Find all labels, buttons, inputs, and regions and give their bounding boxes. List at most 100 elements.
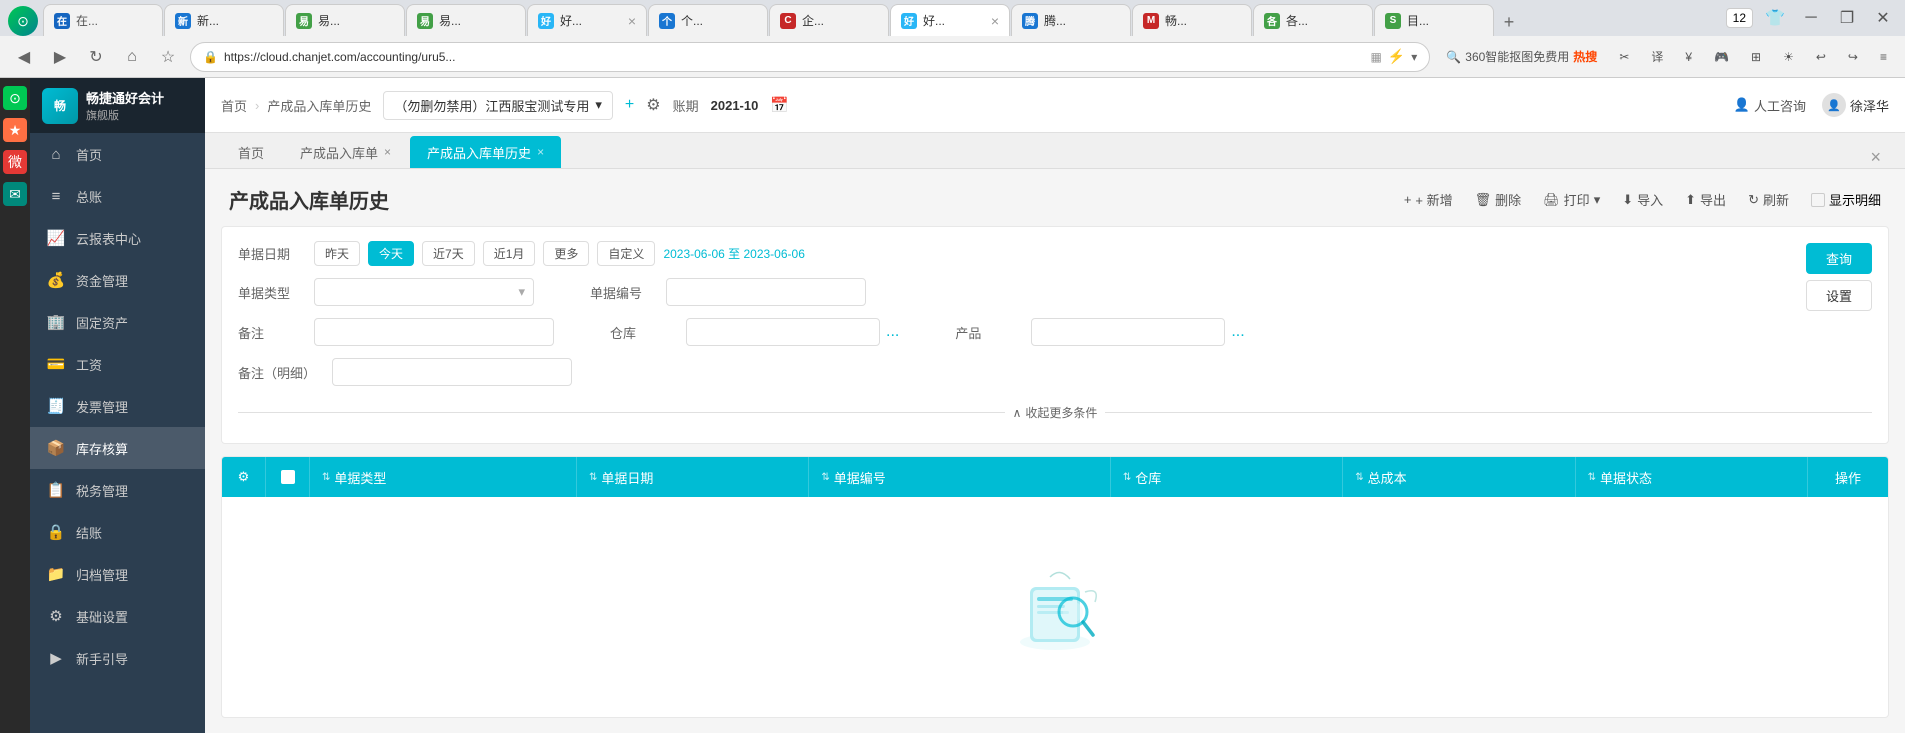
product-filter-input[interactable] (1031, 318, 1225, 346)
sidebar-item-finance[interactable]: 💰 资金管理 (30, 259, 205, 301)
import-btn[interactable]: ⬇ 导入 (1614, 186, 1671, 213)
grid-icon[interactable]: ⊞ (1743, 43, 1769, 71)
undo-icon[interactable]: ↩ (1808, 43, 1834, 71)
home-button[interactable]: ⌂ (118, 43, 146, 71)
app-icon-mail[interactable]: ✉ (3, 182, 27, 206)
bookmark-button[interactable]: ☆ (154, 43, 182, 71)
collapse-btn[interactable]: ∧ 收起更多条件 (1013, 404, 1098, 421)
more-icon[interactable]: ≡ (1872, 43, 1895, 71)
browser-tab-2[interactable]: 新 新... (164, 4, 284, 36)
browser-tab-11[interactable]: 各 各... (1253, 4, 1373, 36)
remark-filter-input[interactable] (314, 318, 554, 346)
sidebar-item-settle[interactable]: 🔒 结账 (30, 511, 205, 553)
refresh-btn[interactable]: ↻ 刷新 (1740, 186, 1797, 213)
page-tab-history[interactable]: 产成品入库单历史 × (410, 136, 561, 168)
company-selector[interactable]: （勿删勿禁用）江西服宝测试专用 ▾ (383, 91, 613, 120)
date-btn-7days[interactable]: 近7天 (422, 241, 475, 266)
browser-tab-7[interactable]: C 企... (769, 4, 889, 36)
th-status[interactable]: ⇅ 单据状态 (1576, 457, 1808, 497)
sidebar-item-home[interactable]: ⌂ 首页 (30, 133, 205, 175)
tab-restore-icon[interactable]: ❐ (1833, 4, 1861, 32)
game-icon[interactable]: 🎮 (1706, 43, 1737, 71)
theme-icon[interactable]: ☀ (1775, 43, 1802, 71)
yen-icon[interactable]: ¥ (1677, 43, 1700, 71)
type-select-box[interactable]: ▾ (314, 278, 534, 306)
browser-tab-1[interactable]: 在 在... (43, 4, 163, 36)
user-menu[interactable]: 👤 徐泽华 (1822, 93, 1889, 117)
sidebar-item-asset[interactable]: 🏢 固定资产 (30, 301, 205, 343)
forward-button[interactable]: ▶ (46, 43, 74, 71)
settings-gear-btn[interactable]: ⚙ (646, 95, 660, 115)
date-btn-1month[interactable]: 近1月 (483, 241, 536, 266)
print-btn[interactable]: 🖨 打印 ▾ (1535, 186, 1608, 213)
search-toolbar[interactable]: 🔍 360智能抠图免费用 热搜 (1438, 43, 1605, 71)
sidebar-item-report[interactable]: 📈 云报表中心 (30, 217, 205, 259)
app-logo-icon[interactable]: ⊙ (3, 86, 27, 110)
sidebar-item-payroll[interactable]: 💳 工资 (30, 343, 205, 385)
browser-tab-5[interactable]: 好 好... × (527, 4, 647, 36)
export-btn[interactable]: ⬆ 导出 (1677, 186, 1734, 213)
sidebar-item-inventory[interactable]: 📦 库存核算 (30, 427, 205, 469)
date-btn-custom[interactable]: 自定义 (597, 241, 655, 266)
page-tab-home[interactable]: 首页 (221, 136, 281, 168)
tab-shirt-icon[interactable]: 👕 (1761, 4, 1789, 32)
select-all-checkbox[interactable] (281, 470, 295, 484)
sidebar-item-archive[interactable]: 📁 归档管理 (30, 553, 205, 595)
refresh-button[interactable]: ↻ (82, 43, 110, 71)
sidebar-item-ledger[interactable]: ≡ 总账 (30, 175, 205, 217)
th-warehouse[interactable]: ⇅ 仓库 (1111, 457, 1343, 497)
show-detail-check[interactable]: 显示明细 (1811, 190, 1881, 209)
new-btn[interactable]: + + 新增 (1396, 186, 1461, 213)
browser-tab-4[interactable]: 易 易... (406, 4, 526, 36)
product-more-icon[interactable]: ... (1231, 323, 1244, 341)
tab-add-button[interactable]: + (1495, 8, 1523, 36)
translate-icon[interactable]: 译 (1643, 43, 1671, 71)
browser-tab-3[interactable]: 易 易... (285, 4, 405, 36)
th-number[interactable]: ⇅ 单据编号 (809, 457, 1111, 497)
tab-close-icon[interactable]: ✕ (1869, 4, 1897, 32)
page-tab-receipt[interactable]: 产成品入库单 × (283, 136, 408, 168)
calendar-icon[interactable]: 📅 (770, 96, 789, 114)
detail-remark-filter-input[interactable] (332, 358, 572, 386)
setting-btn[interactable]: 设置 (1806, 280, 1872, 311)
add-company-btn[interactable]: + (625, 96, 634, 114)
url-bar[interactable]: 🔒 https://cloud.chanjet.com/accounting/u… (190, 42, 1430, 72)
th-gear[interactable]: ⚙ (222, 457, 266, 497)
delete-btn[interactable]: 🗑 删除 (1467, 186, 1530, 213)
url-dropdown-icon[interactable]: ▾ (1411, 50, 1417, 64)
sidebar-item-guide[interactable]: ▶ 新手引导 (30, 637, 205, 679)
number-filter-input[interactable] (666, 278, 866, 306)
th-checkbox[interactable] (266, 457, 310, 497)
query-btn[interactable]: 查询 (1806, 243, 1872, 274)
browser-tab-6[interactable]: 个 个... (648, 4, 768, 36)
th-date[interactable]: ⇅ 单据日期 (577, 457, 809, 497)
panel-close-btn[interactable]: × (1870, 147, 1881, 168)
th-total-cost[interactable]: ⇅ 总成本 (1343, 457, 1575, 497)
date-btn-today[interactable]: 今天 (368, 241, 414, 266)
browser-tab-12[interactable]: S 目... (1374, 4, 1494, 36)
warehouse-more-icon[interactable]: ... (886, 323, 899, 341)
sidebar-item-invoice[interactable]: 🧾 发票管理 (30, 385, 205, 427)
tab-minimize-icon[interactable]: ─ (1797, 4, 1825, 32)
browser-tab-8[interactable]: 好 好... × (890, 4, 1010, 36)
page-tab-receipt-close[interactable]: × (384, 145, 391, 159)
date-btn-yesterday[interactable]: 昨天 (314, 241, 360, 266)
date-btn-more[interactable]: 更多 (543, 241, 589, 266)
app-icon-2[interactable]: ★ (3, 118, 27, 142)
show-detail-checkbox[interactable] (1811, 193, 1825, 207)
app-icon-weibo[interactable]: 微 (3, 150, 27, 174)
back-button[interactable]: ◀ (10, 43, 38, 71)
tab-close-5[interactable]: × (628, 13, 636, 29)
ai-consult-btn[interactable]: 👤 人工咨询 (1734, 96, 1806, 115)
warehouse-filter-input[interactable] (686, 318, 880, 346)
tab-close-8[interactable]: × (991, 13, 999, 29)
browser-tab-10[interactable]: M 畅... (1132, 4, 1252, 36)
breadcrumb-home[interactable]: 首页 (221, 96, 247, 115)
browser-tab-9[interactable]: 腾 腾... (1011, 4, 1131, 36)
redo-icon[interactable]: ↪ (1840, 43, 1866, 71)
tab-count[interactable]: 12 (1726, 8, 1753, 28)
sidebar-item-tax[interactable]: 📋 税务管理 (30, 469, 205, 511)
scissors-icon[interactable]: ✂ (1611, 43, 1637, 71)
th-type[interactable]: ⇅ 单据类型 (310, 457, 577, 497)
page-tab-history-close[interactable]: × (537, 145, 544, 159)
